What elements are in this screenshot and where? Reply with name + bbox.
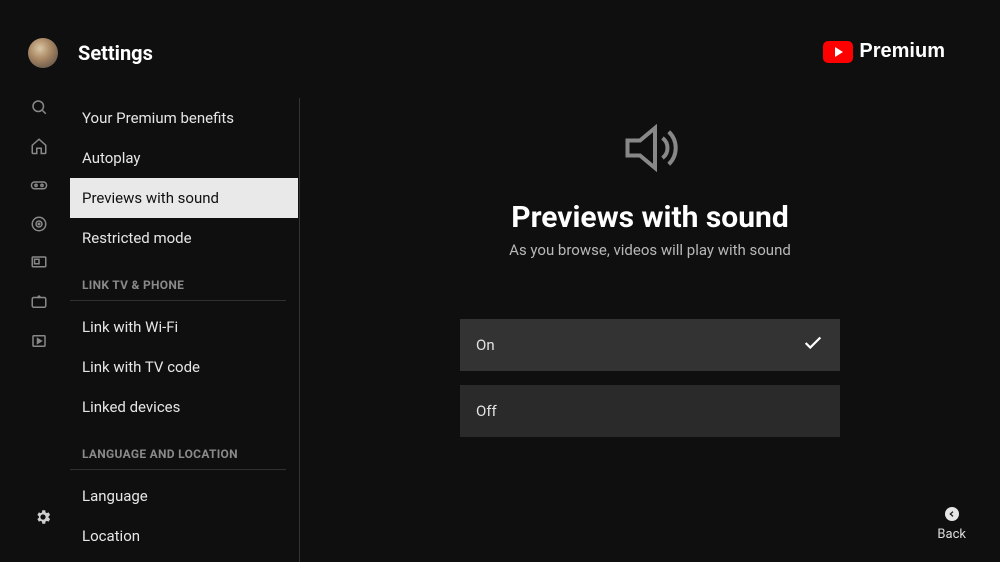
sidebar-item-restricted-mode[interactable]: Restricted mode bbox=[70, 218, 286, 258]
sidebar-item-premium-benefits[interactable]: Your Premium benefits bbox=[70, 98, 286, 138]
section-header-link-tv-phone: LINK TV & PHONE bbox=[70, 264, 286, 301]
sidebar-item-label: Your Premium benefits bbox=[82, 109, 234, 127]
sidebar-item-label: Autoplay bbox=[82, 149, 141, 167]
premium-label: Premium bbox=[859, 40, 945, 63]
sidebar-item-link-tv-code[interactable]: Link with TV code bbox=[70, 347, 286, 387]
option-label: Off bbox=[476, 402, 497, 420]
section-header-language-location: LANGUAGE AND LOCATION bbox=[70, 433, 286, 470]
sidebar-item-label: Link with TV code bbox=[82, 358, 200, 376]
gear-icon[interactable] bbox=[34, 508, 52, 530]
sidebar-item-language[interactable]: Language bbox=[70, 476, 286, 516]
back-arrow-icon bbox=[945, 507, 959, 521]
sidebar-item-label: Restricted mode bbox=[82, 229, 192, 247]
sidebar-item-linked-devices[interactable]: Linked devices bbox=[70, 387, 286, 427]
back-label: Back bbox=[937, 527, 966, 542]
setting-title: Previews with sound bbox=[511, 200, 789, 235]
back-button[interactable]: Back bbox=[937, 507, 966, 542]
check-icon bbox=[802, 332, 824, 358]
sidebar-item-label: Previews with sound bbox=[82, 189, 219, 207]
avatar[interactable] bbox=[28, 38, 58, 68]
sidebar-item-label: Link with Wi-Fi bbox=[82, 318, 178, 336]
premium-badge: Premium bbox=[823, 40, 945, 63]
sidebar-item-link-wifi[interactable]: Link with Wi-Fi bbox=[70, 307, 286, 347]
option-off[interactable]: Off bbox=[460, 385, 840, 437]
sidebar-item-label: Linked devices bbox=[82, 398, 180, 416]
sidebar-item-label: Location bbox=[82, 527, 140, 545]
speaker-icon bbox=[617, 118, 683, 182]
setting-subtitle: As you browse, videos will play with sou… bbox=[509, 241, 791, 259]
option-label: On bbox=[476, 336, 495, 354]
option-on[interactable]: On bbox=[460, 319, 840, 371]
sidebar-item-autoplay[interactable]: Autoplay bbox=[70, 138, 286, 178]
page-title: Settings bbox=[78, 41, 153, 65]
sidebar-item-location[interactable]: Location bbox=[70, 516, 286, 556]
sidebar-item-label: Language bbox=[82, 487, 148, 505]
sidebar-item-previews-with-sound[interactable]: Previews with sound bbox=[70, 178, 298, 218]
youtube-logo-icon bbox=[823, 41, 853, 63]
